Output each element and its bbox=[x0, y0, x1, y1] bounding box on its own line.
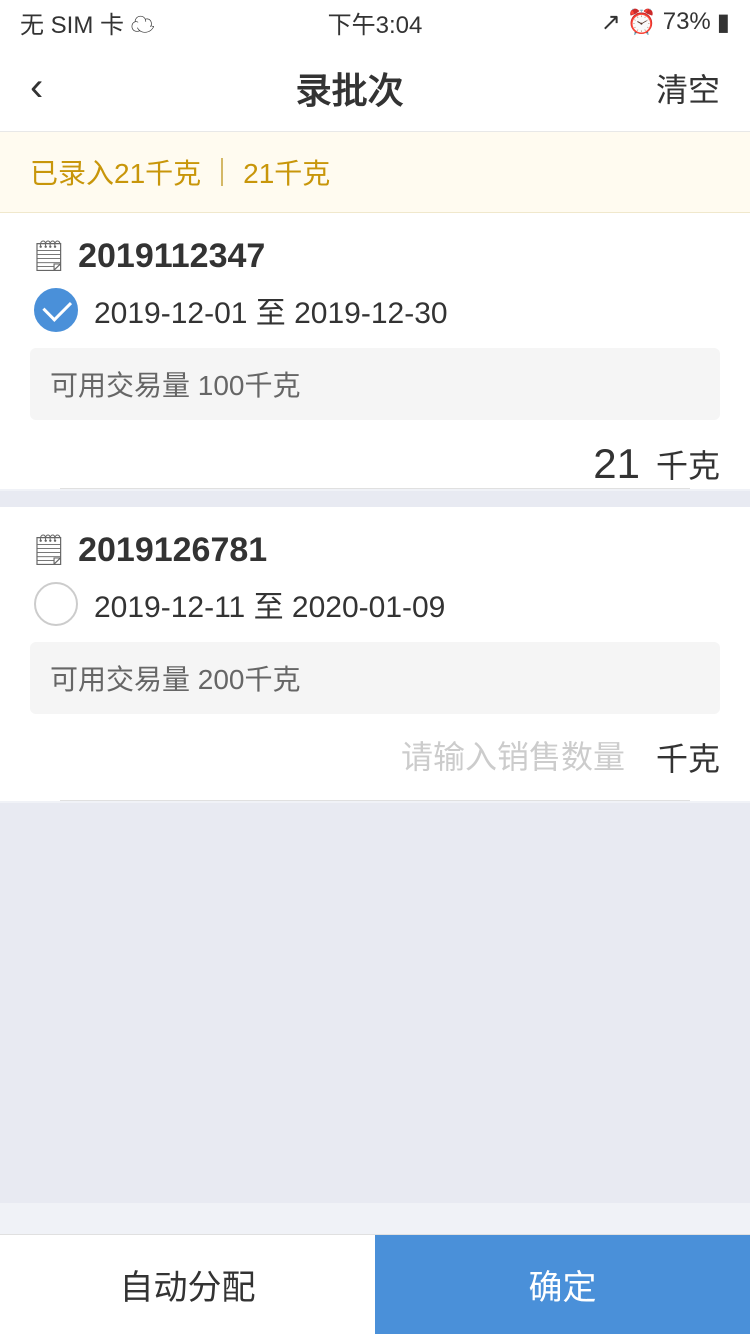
batch-divider-1 bbox=[60, 488, 690, 489]
back-button[interactable]: ‹ bbox=[30, 65, 43, 110]
batch-date-row-2: 2019-12-11 至 2020-01-09 bbox=[34, 582, 720, 626]
batch-qty-value-1: 21 bbox=[593, 440, 640, 488]
batch-available-1: 可用交易量 100千克 bbox=[30, 348, 720, 420]
confirm-button[interactable]: 确定 bbox=[375, 1235, 750, 1334]
batch-id-1: 2019112347 bbox=[78, 237, 265, 276]
batch-header-2: 🗒 2019126781 bbox=[30, 531, 720, 570]
clear-button[interactable]: 清空 bbox=[656, 65, 720, 111]
batch-input-row-2: 千克 bbox=[30, 714, 720, 800]
batch-item-1: 🗒 2019112347 2019-12-01 至 2019-12-30 可用交… bbox=[0, 213, 750, 489]
batch-unit-2: 千克 bbox=[656, 734, 720, 780]
nav-bar: ‹ 录批次 清空 bbox=[0, 44, 750, 132]
status-right: ↗ ⏰ 73% ▮ bbox=[601, 8, 730, 37]
location-icon: ↗ bbox=[601, 8, 621, 37]
batch-header-1: 🗒 2019112347 bbox=[30, 237, 720, 276]
batch-checkbox-1[interactable] bbox=[34, 288, 78, 332]
info-banner: 已录入21千克 21千克 bbox=[0, 132, 750, 213]
batch-date-row-1: 2019-12-01 至 2019-12-30 bbox=[34, 288, 720, 332]
batch-qty-row-1: 21 千克 bbox=[30, 420, 720, 488]
recorded-label: 已录入21千克 bbox=[30, 152, 201, 192]
page-title: 录批次 bbox=[296, 62, 404, 114]
batch-divider-2 bbox=[60, 800, 690, 801]
batch-date-1: 2019-12-01 至 2019-12-30 bbox=[94, 288, 448, 332]
alarm-icon: ⏰ bbox=[627, 8, 657, 37]
batch-qty-unit-1: 千克 bbox=[656, 441, 720, 487]
status-bar: 无 SIM 卡 ☁ 下午3:04 ↗ ⏰ 73% ▮ bbox=[0, 0, 750, 44]
total-label: 21千克 bbox=[243, 152, 330, 192]
batch-date-2: 2019-12-11 至 2020-01-09 bbox=[94, 582, 445, 626]
battery-label: 73% bbox=[663, 8, 711, 36]
batch-item-2: 🗒 2019126781 2019-12-11 至 2020-01-09 可用交… bbox=[0, 507, 750, 801]
batch-available-2: 可用交易量 200千克 bbox=[30, 642, 720, 714]
batch-doc-icon-2: 🗒 bbox=[30, 533, 68, 568]
batch-quantity-input-2[interactable] bbox=[220, 739, 640, 776]
battery-icon: ▮ bbox=[717, 8, 730, 37]
banner-divider bbox=[221, 158, 223, 186]
batch-doc-icon-1: 🗒 bbox=[30, 239, 68, 274]
batch-checkbox-2[interactable] bbox=[34, 582, 78, 626]
no-sim-label: 无 SIM 卡 ☁ bbox=[20, 5, 155, 40]
footer: 自动分配 确定 bbox=[0, 1234, 750, 1334]
bottom-area bbox=[0, 803, 750, 1203]
batch-id-2: 2019126781 bbox=[78, 531, 267, 570]
auto-distribute-button[interactable]: 自动分配 bbox=[0, 1235, 375, 1334]
section-separator bbox=[0, 491, 750, 507]
status-time: 下午3:04 bbox=[328, 5, 423, 40]
status-left: 无 SIM 卡 ☁ bbox=[20, 5, 155, 40]
